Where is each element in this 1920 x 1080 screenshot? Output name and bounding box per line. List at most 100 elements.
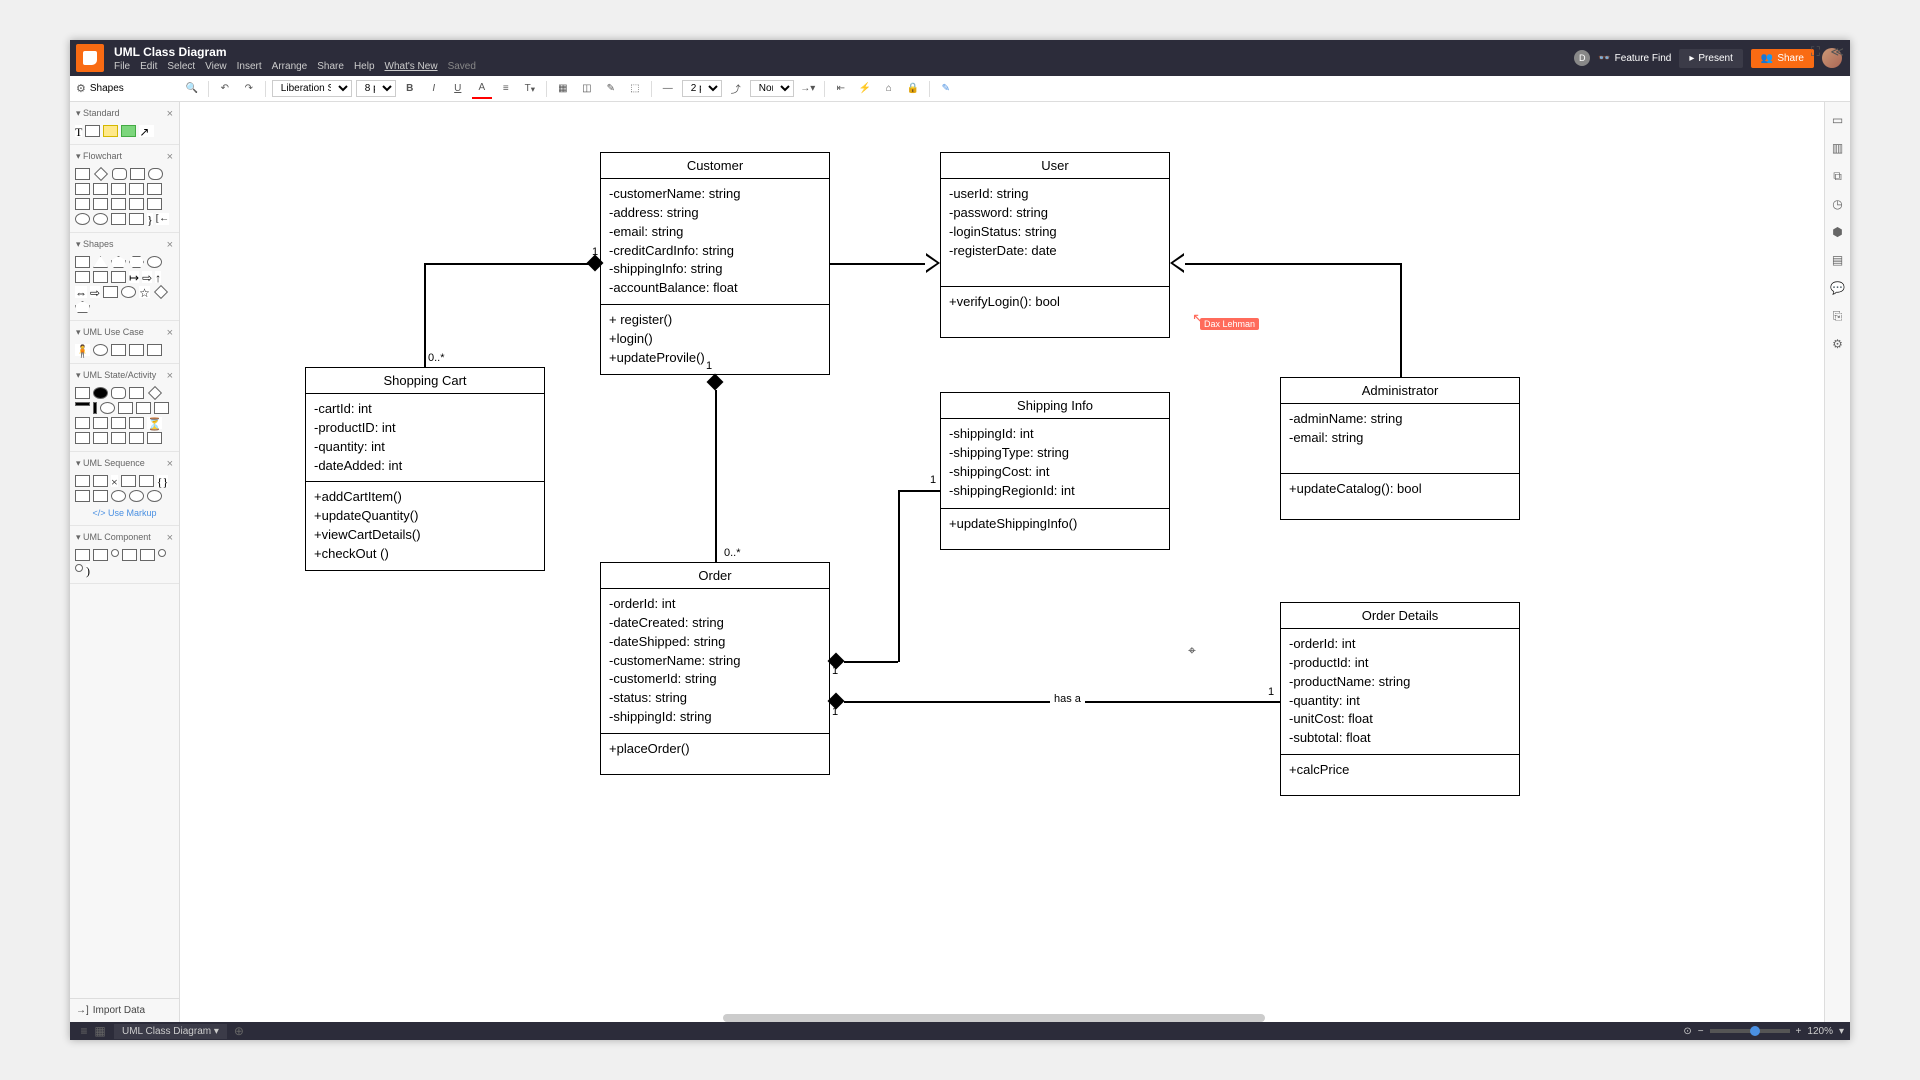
connector[interactable] [424, 263, 591, 265]
seq-shape[interactable] [93, 475, 108, 487]
connector[interactable] [1400, 263, 1402, 378]
state-shape[interactable] [93, 417, 108, 429]
basic-shape[interactable]: ☆ [139, 286, 150, 298]
data-icon[interactable]: ⬢ [1830, 224, 1846, 240]
arrange-left-button[interactable]: ⇤ [831, 79, 851, 99]
grid-view-icon[interactable]: ▦ [92, 1023, 108, 1039]
comp-shape[interactable] [158, 549, 166, 557]
usecase-shape[interactable] [93, 344, 108, 356]
basic-shape[interactable]: ↑ [155, 271, 161, 283]
list-view-icon[interactable]: ≡ [76, 1023, 92, 1039]
class-user[interactable]: User -userId: string -password: string -… [940, 152, 1170, 338]
seq-shape[interactable]: × [111, 475, 118, 487]
basic-shape[interactable]: ⇔ [75, 286, 87, 298]
flowchart-shape[interactable] [112, 168, 127, 180]
history-icon[interactable]: ◷ [1830, 196, 1846, 212]
state-shape[interactable] [148, 386, 162, 400]
fullscreen-icon[interactable]: ⛶ [1811, 44, 1820, 60]
text-shape[interactable]: T [75, 125, 82, 137]
state-shape[interactable] [136, 402, 151, 414]
flowchart-shape[interactable] [93, 183, 108, 195]
shape-options-button[interactable]: ⬚ [625, 79, 645, 99]
fill-button[interactable]: ▦ [553, 79, 573, 99]
close-icon[interactable]: × [167, 532, 173, 544]
class-administrator[interactable]: Administrator -adminName: string -email:… [1280, 377, 1520, 520]
canvas[interactable]: Customer -customerName: string -address:… [180, 102, 1824, 1022]
menu-share[interactable]: Share [317, 61, 344, 72]
use-markup-link[interactable]: </> Use Markup [74, 505, 175, 521]
flowchart-shape[interactable] [147, 183, 162, 195]
flowchart-shape[interactable] [75, 198, 90, 210]
class-shopping-cart[interactable]: Shopping Cart -cartId: int -productID: i… [305, 367, 545, 571]
usecase-shape[interactable] [147, 344, 162, 356]
usecase-shape[interactable]: 🧍 [75, 344, 90, 356]
redo-button[interactable]: ↷ [239, 79, 259, 99]
close-icon[interactable]: × [167, 151, 173, 163]
seq-shape[interactable] [121, 475, 136, 487]
state-shape[interactable] [154, 402, 169, 414]
state-shape[interactable] [93, 432, 108, 444]
state-shape[interactable] [111, 417, 126, 429]
flowchart-shape[interactable] [93, 198, 108, 210]
state-shape[interactable] [118, 402, 133, 414]
arrow-shape[interactable] [139, 125, 154, 137]
comp-shape[interactable] [93, 549, 108, 561]
basic-shape[interactable] [111, 271, 126, 283]
usecase-shape[interactable] [111, 344, 126, 356]
state-shape[interactable] [75, 387, 90, 399]
share2-icon[interactable]: ⎘ [1830, 308, 1846, 324]
state-shape[interactable] [93, 402, 97, 414]
zoom-level[interactable]: 120% [1807, 1026, 1833, 1037]
connector[interactable] [898, 490, 940, 492]
basic-shape[interactable] [129, 256, 144, 268]
state-shape[interactable] [129, 432, 144, 444]
state-shape[interactable] [111, 432, 126, 444]
state-shape[interactable]: ⏳ [147, 417, 162, 429]
zoom-reset-icon[interactable]: ⊙ [1683, 1026, 1691, 1037]
connector[interactable] [830, 263, 928, 265]
connector[interactable] [898, 490, 900, 662]
flowchart-shape[interactable] [130, 168, 145, 180]
state-shape[interactable] [100, 402, 115, 414]
class-shipping-info[interactable]: Shipping Info -shippingId: int -shipping… [940, 392, 1170, 550]
seq-shape[interactable] [139, 475, 154, 487]
layers-icon[interactable]: ⧉ [1830, 168, 1846, 184]
line-style-button[interactable]: — [658, 79, 678, 99]
comp-shape[interactable]: ) [86, 564, 90, 576]
class-order[interactable]: Order -orderId: int -dateCreated: string… [600, 562, 830, 775]
class-customer[interactable]: Customer -customerName: string -address:… [600, 152, 830, 375]
document-title[interactable]: UML Class Diagram [114, 45, 476, 59]
basic-shape[interactable] [93, 256, 108, 268]
basic-shape[interactable]: ⇨ [142, 271, 152, 283]
magic-button[interactable]: ✎ [936, 79, 956, 99]
basic-shape[interactable] [121, 286, 136, 298]
shapes-gear-icon[interactable]: ⚙ [76, 82, 86, 95]
seq-shape[interactable] [75, 475, 90, 487]
ruler-icon[interactable]: ▥ [1830, 140, 1846, 156]
usecase-shape[interactable] [129, 344, 144, 356]
state-shape[interactable] [75, 417, 90, 429]
comments-icon[interactable]: 💬 [1830, 280, 1846, 296]
text-color-button[interactable]: A [472, 79, 492, 99]
flowchart-shape[interactable]: } [147, 213, 153, 225]
seq-shape[interactable] [93, 490, 108, 502]
underline-button[interactable]: U [448, 79, 468, 99]
connector[interactable] [424, 263, 426, 368]
collaborator-avatar[interactable]: D [1574, 50, 1590, 66]
share-button[interactable]: 👥 Share [1751, 49, 1814, 68]
flowchart-shape[interactable]: [← [156, 213, 169, 225]
comp-shape[interactable] [75, 564, 83, 572]
flowchart-shape[interactable] [75, 183, 90, 195]
basic-shape[interactable] [154, 285, 168, 299]
present-button[interactable]: ▸ Present [1679, 49, 1743, 68]
basic-shape[interactable] [147, 256, 162, 268]
action-button[interactable]: ⚡ [855, 79, 875, 99]
search-icon[interactable]: 🔍 [182, 79, 202, 99]
flowchart-shape[interactable] [93, 213, 108, 225]
comp-shape[interactable] [75, 549, 90, 561]
line-width-select[interactable]: 2 px [682, 80, 722, 97]
zoom-slider[interactable] [1710, 1029, 1790, 1033]
align-button[interactable]: ≡ [496, 79, 516, 99]
feature-find-button[interactable]: 👓 Feature Find [1598, 53, 1671, 64]
line-route-button[interactable]: ⤴ [726, 79, 746, 99]
